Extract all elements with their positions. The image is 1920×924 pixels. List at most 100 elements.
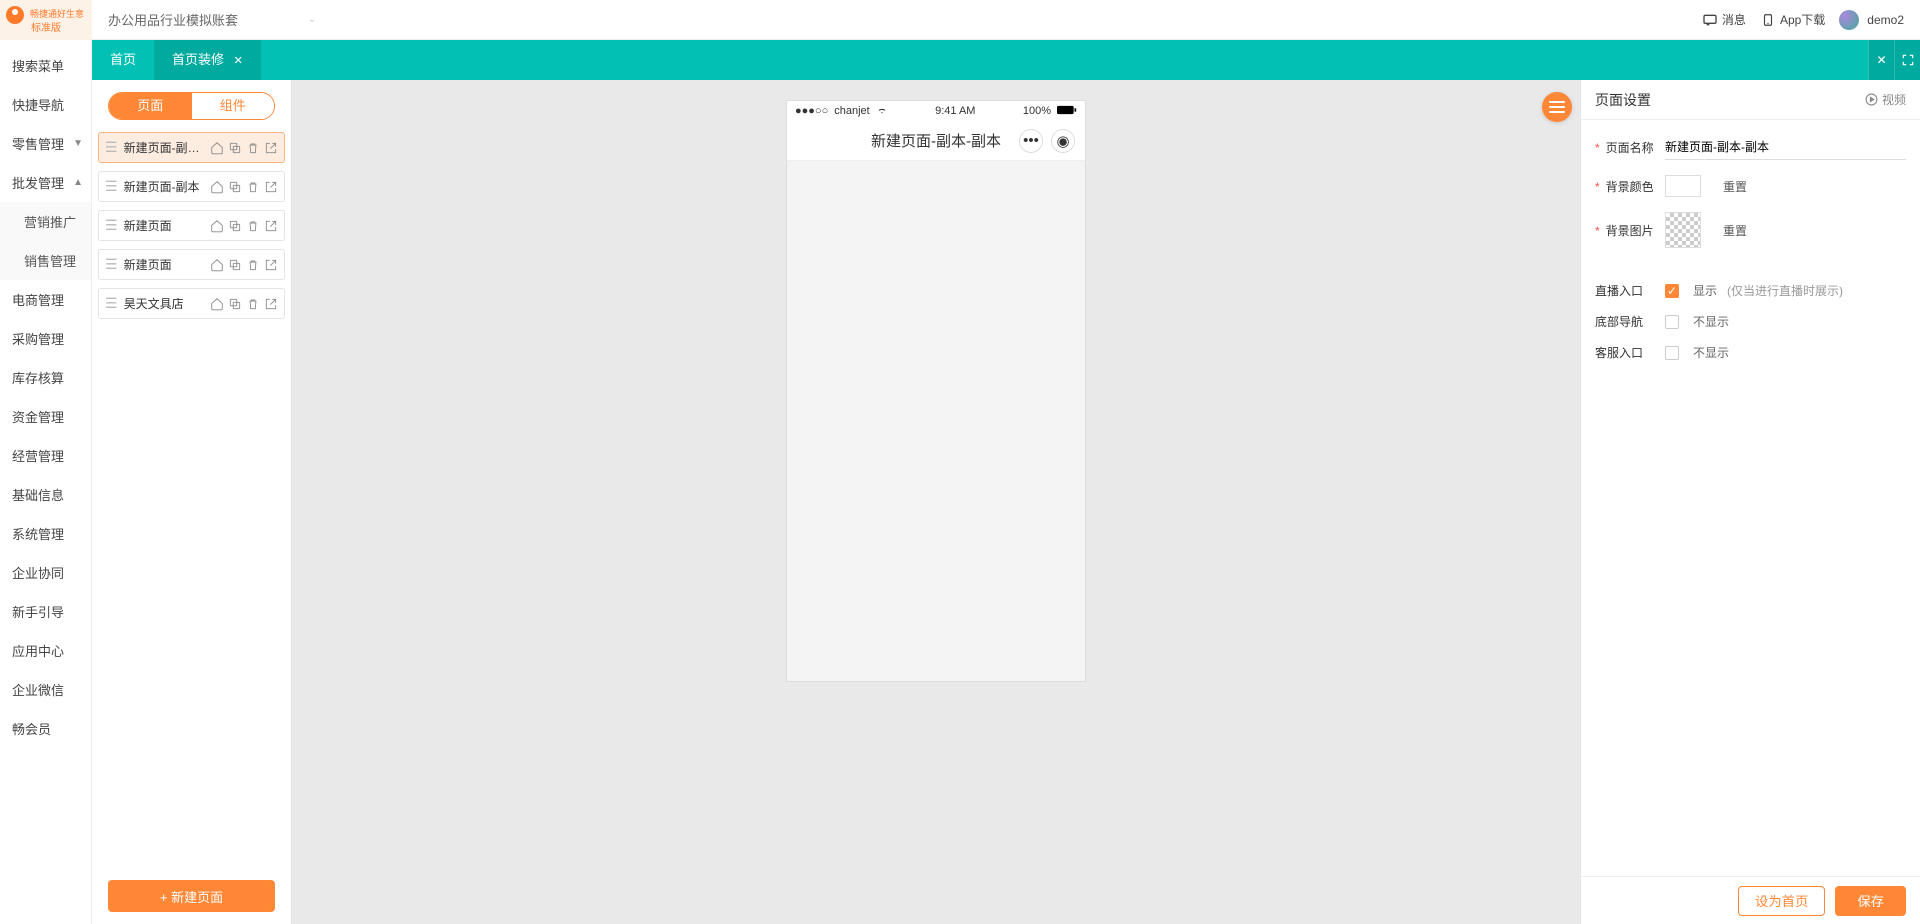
nav-wholesale-sales[interactable]: 销售管理 [0, 241, 91, 280]
page-item[interactable]: ☰ 新建页面 [98, 210, 285, 241]
nav-search[interactable]: 搜索菜单 [0, 46, 91, 85]
row-bottom-nav: 底部导航 不显示 [1595, 313, 1906, 330]
nav-wholesale[interactable]: 批发管理▲ [0, 163, 91, 202]
copy-icon[interactable] [228, 180, 242, 194]
nav-operations[interactable]: 经营管理 [0, 436, 91, 475]
status-battery-label: 100% [1023, 105, 1051, 117]
copy-icon[interactable] [228, 258, 242, 272]
home-icon[interactable] [210, 219, 224, 233]
bottom-nav-checkbox[interactable] [1665, 315, 1679, 329]
brand-logo[interactable]: 畅捷通好生意 标准版 [0, 0, 92, 40]
bottom-nav-hide-label: 不显示 [1693, 313, 1729, 330]
more-icon[interactable]: ••• [1019, 129, 1043, 153]
sub-tabs: 页面 组件 [108, 92, 275, 120]
kf-checkbox[interactable] [1665, 346, 1679, 360]
nav-wework[interactable]: 企业微信 [0, 670, 91, 709]
message-icon [1702, 12, 1718, 28]
topbar-right: 消息 App下载 demo2 [1702, 10, 1920, 30]
settings-footer: 设为首页 保存 [1581, 876, 1920, 924]
drag-icon[interactable]: ☰ [105, 217, 118, 234]
share-icon[interactable] [264, 180, 278, 194]
org-selector[interactable]: 办公用品行业模拟账套 ⌄ [108, 10, 316, 29]
share-icon[interactable] [264, 297, 278, 311]
settings-title: 页面设置 [1595, 90, 1651, 110]
nav-wholesale-marketing[interactable]: 营销推广 [0, 202, 91, 241]
nav-retail[interactable]: 零售管理▼ [0, 124, 91, 163]
page-item-name: 昊天文具店 [124, 295, 210, 312]
copy-icon[interactable] [228, 141, 242, 155]
video-link[interactable]: 视频 [1865, 91, 1906, 108]
delete-icon[interactable] [246, 141, 260, 155]
new-page-button[interactable]: + 新建页面 [108, 880, 275, 912]
drag-icon[interactable]: ☰ [105, 295, 118, 312]
canvas-menu-fab[interactable] [1542, 92, 1572, 122]
app-download-link[interactable]: App下载 [1760, 11, 1825, 28]
kf-hide-label: 不显示 [1693, 344, 1729, 361]
nav-basics[interactable]: 基础信息 [0, 475, 91, 514]
nav-inventory[interactable]: 库存核算 [0, 358, 91, 397]
org-selector-label: 办公用品行业模拟账套 [108, 10, 238, 29]
bg-color-reset[interactable]: 重置 [1711, 174, 1759, 198]
nav-appstore[interactable]: 应用中心 [0, 631, 91, 670]
live-checkbox[interactable]: ✓ [1665, 284, 1679, 298]
nav-collab[interactable]: 企业协同 [0, 553, 91, 592]
kf-label: 客服入口 [1595, 346, 1643, 360]
delete-icon[interactable] [246, 258, 260, 272]
drag-icon[interactable]: ☰ [105, 139, 118, 156]
nav-quick[interactable]: 快捷导航 [0, 85, 91, 124]
delete-icon[interactable] [246, 180, 260, 194]
tabbar-fullscreen[interactable] [1894, 40, 1920, 80]
page-list-panel: 页面 组件 ☰ 新建页面-副本-... [92, 80, 292, 924]
nav-funds[interactable]: 资金管理 [0, 397, 91, 436]
sub-tab-page[interactable]: 页面 [109, 93, 192, 119]
bg-color-label: 背景颜色 [1606, 180, 1654, 194]
status-time: 9:41 AM [935, 105, 975, 117]
close-icon[interactable]: ✕ [234, 55, 243, 67]
set-home-button[interactable]: 设为首页 [1738, 886, 1825, 916]
save-button[interactable]: 保存 [1835, 886, 1906, 916]
page-item[interactable]: ☰ 新建页面-副本 [98, 171, 285, 202]
sub-tab-component[interactable]: 组件 [192, 93, 275, 119]
page-name-input[interactable] [1665, 134, 1906, 160]
nav-guide[interactable]: 新手引导 [0, 592, 91, 631]
share-icon[interactable] [264, 258, 278, 272]
carrier-label: chanjet [834, 105, 869, 117]
delete-icon[interactable] [246, 297, 260, 311]
page-item[interactable]: ☰ 新建页面 [98, 249, 285, 280]
target-icon[interactable]: ◉ [1051, 129, 1075, 153]
signal-icon: ●●●○○ [795, 105, 828, 117]
tab-home[interactable]: 首页 [92, 40, 154, 80]
nav-ecommerce[interactable]: 电商管理 [0, 280, 91, 319]
home-icon[interactable] [210, 180, 224, 194]
tab-bar: 首页 首页装修 ✕ ✕ [92, 40, 1920, 80]
bg-image-placeholder[interactable] [1665, 212, 1701, 248]
home-icon[interactable] [210, 297, 224, 311]
settings-panel-head: 页面设置 视频 [1581, 80, 1920, 120]
copy-icon[interactable] [228, 297, 242, 311]
nav-member[interactable]: 畅会员 [0, 709, 91, 748]
topbar: 畅捷通好生意 标准版 办公用品行业模拟账套 ⌄ 消息 App下载 demo2 [0, 0, 1920, 40]
messages-link[interactable]: 消息 [1702, 11, 1746, 28]
tabbar-close-all[interactable]: ✕ [1868, 40, 1894, 80]
home-icon[interactable] [210, 141, 224, 155]
tab-page-design[interactable]: 首页装修 ✕ [154, 40, 261, 80]
nav-purchase[interactable]: 采购管理 [0, 319, 91, 358]
copy-icon[interactable] [228, 219, 242, 233]
share-icon[interactable] [264, 141, 278, 155]
delete-icon[interactable] [246, 219, 260, 233]
nav-system[interactable]: 系统管理 [0, 514, 91, 553]
drag-icon[interactable]: ☰ [105, 256, 118, 273]
bg-color-swatch[interactable] [1665, 175, 1701, 197]
page-item[interactable]: ☰ 新建页面-副本-... [98, 132, 285, 163]
page-item[interactable]: ☰ 昊天文具店 [98, 288, 285, 319]
bg-image-label: 背景图片 [1606, 224, 1654, 238]
page-list: ☰ 新建页面-副本-... ☰ 新建页面-副本 [92, 132, 291, 872]
bg-image-reset[interactable]: 重置 [1711, 218, 1759, 242]
drag-icon[interactable]: ☰ [105, 178, 118, 195]
brand-edition: 标准版 [31, 24, 61, 34]
left-nav: 搜索菜单 快捷导航 零售管理▼ 批发管理▲ 营销推广 销售管理 电商管理 采购管… [0, 40, 92, 924]
share-icon[interactable] [264, 219, 278, 233]
user-menu[interactable]: demo2 [1839, 10, 1904, 30]
home-icon[interactable] [210, 258, 224, 272]
phone-body[interactable] [787, 161, 1085, 681]
